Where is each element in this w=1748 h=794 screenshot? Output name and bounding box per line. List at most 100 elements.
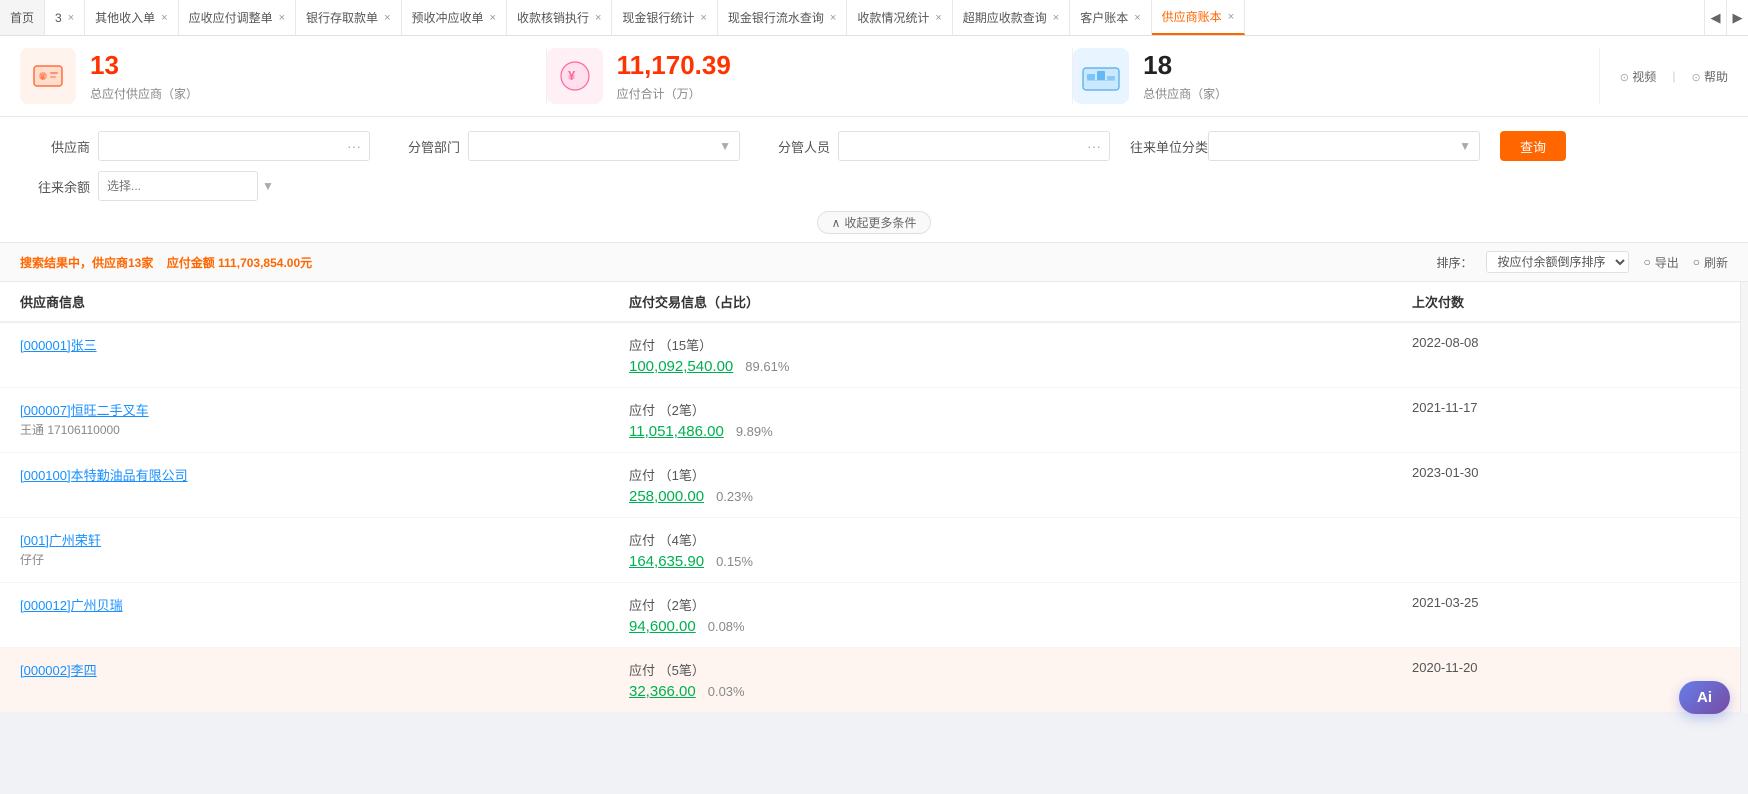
collapse-button[interactable]: ∧ 收起更多条件 [817,211,932,234]
supplier-info-cell: [000007]恒旺二手叉车王通 17106110000 [0,388,609,453]
supplier-link[interactable]: [000007]恒旺二手叉车 [20,403,149,418]
nav-tab-cash-stats[interactable]: 现金银行统计 × [612,0,717,35]
nav-tab-cash-stats-label: 现金银行统计 [622,9,694,26]
nav-tab-3[interactable]: 3 × [45,0,85,35]
close-icon-customer-ledger[interactable]: × [1134,12,1140,24]
nav-tab-collection[interactable]: 收款核销执行 × [507,0,612,35]
supplier-link[interactable]: [000012]广州贝瑞 [20,598,123,613]
close-icon-collection[interactable]: × [595,12,601,24]
summary-info-total-suppliers: 18 总供应商（家） [1143,50,1227,102]
payable-amount-link[interactable]: 32,366.00 [629,683,696,700]
person-filter-label: 分管人员 [760,137,830,156]
refresh-label: 刷新 [1704,254,1728,271]
ai-button[interactable]: Ai [1679,681,1730,714]
nav-tab-cash-flow-label: 现金银行流水查询 [728,9,824,26]
payable-info-cell: 应付 （2笔）94,600.000.08% [609,583,1392,648]
nav-tab-customer-ledger[interactable]: 客户账本 × [1070,0,1151,35]
result-text-prefix: 搜索结果中，供应商13家 [20,256,153,270]
filter-supplier: 供应商 ··· [20,131,370,161]
payable-total-label: 应付合计（万） [617,85,731,102]
nav-tab-supplier-ledger[interactable]: 供应商账本 × [1152,0,1245,35]
nav-tab-prepay-label: 预收冲应收单 [412,9,484,26]
close-icon-other-income[interactable]: × [161,12,167,24]
payable-amount-row: 100,092,540.0089.61% [629,358,1372,375]
filter-row-2: 往来余额 ▼ [20,171,1728,201]
summary-card-total-suppliers: 18 总供应商（家） [1073,48,1600,104]
table-container: 供应商信息 应付交易信息（占比） 上次付数 [000001]张三应付 （15笔）… [0,282,1748,713]
person-dots-icon[interactable]: ··· [1087,138,1101,154]
category-filter-label: 往来单位分类 [1130,137,1200,156]
payable-amount-link[interactable]: 258,000.00 [629,488,704,505]
supplier-link[interactable]: [001]广州荣轩 [20,533,101,548]
nav-tab-other-income-label: 其他收入单 [95,9,155,26]
person-input-wrapper[interactable]: ··· [838,131,1110,161]
query-button[interactable]: 查询 [1500,131,1566,161]
close-icon-3[interactable]: × [68,12,74,24]
nav-tab-collection-stats-label: 收款情况统计 [857,9,929,26]
table-header: 供应商信息 应付交易信息（占比） 上次付数 [0,282,1740,322]
nav-tab-overdue-label: 超期应收款查询 [963,9,1047,26]
dept-chevron-icon[interactable]: ▼ [719,139,731,153]
supplier-link[interactable]: [000001]张三 [20,338,97,353]
last-payment-cell: 2021-03-25 [1392,583,1740,648]
top-navigation: 首页 3 × 其他收入单 × 应收应付调整单 × 银行存取款单 × 预收冲应收单… [0,0,1748,36]
nav-tab-cash-flow[interactable]: 现金银行流水查询 × [718,0,847,35]
payable-percent: 0.23% [716,489,753,504]
payable-percent: 0.03% [708,684,745,699]
payable-amount-row: 32,366.00 0.03% [629,683,1372,700]
help-link[interactable]: ⊙ 帮助 [1691,68,1728,85]
payable-amount-link[interactable]: 94,600.00 [629,618,696,635]
close-icon-cash-stats[interactable]: × [700,12,706,24]
supplier-dots-icon[interactable]: ··· [347,138,361,154]
payable-amount-link[interactable]: 100,092,540.00 [629,358,733,375]
supplier-input-wrapper[interactable]: ··· [98,131,370,161]
person-input[interactable] [847,139,1087,153]
nav-tab-collection-stats[interactable]: 收款情况统计 × [847,0,952,35]
close-icon-prepay[interactable]: × [490,12,496,24]
nav-tab-customer-ledger-label: 客户账本 [1080,9,1128,26]
close-icon-supplier-ledger[interactable]: × [1228,11,1234,23]
supplier-link[interactable]: [000100]本特勤油品有限公司 [20,468,188,483]
category-input[interactable] [1217,139,1459,153]
nav-next-button[interactable]: ▶ [1726,0,1748,36]
payable-amount-link[interactable]: 164,635.90 [629,553,704,570]
supplier-input[interactable] [107,139,347,153]
supplier-info-cell: [000100]本特勤油品有限公司 [0,453,609,518]
close-icon-overdue[interactable]: × [1053,12,1059,24]
summary-bar: ¥ 13 总应付供应商（家） ¥ 11,170.39 应付合计（万） [0,36,1748,117]
filter-area: 供应商 ··· 分管部门 ▼ 分管人员 ··· 往来单位分类 ▼ [0,117,1748,243]
category-chevron-icon[interactable]: ▼ [1459,139,1471,153]
payable-amount-row: 258,000.00 0.23% [629,488,1372,505]
table-row: [000100]本特勤油品有限公司应付 （1笔）258,000.000.23%2… [0,453,1740,518]
payable-amount-link[interactable]: 11,051,486.00 [629,423,724,440]
dept-input[interactable] [477,139,719,153]
nav-tab-other-income[interactable]: 其他收入单 × [85,0,178,35]
payable-label: 应付 （2笔） [629,400,1372,419]
balance-input[interactable] [107,179,262,193]
collapse-label: 收起更多条件 [844,214,916,231]
refresh-button[interactable]: ○ 刷新 [1693,254,1728,271]
nav-tab-overdue[interactable]: 超期应收款查询 × [953,0,1070,35]
balance-chevron-icon[interactable]: ▼ [262,179,274,193]
nav-arrows: ◀ ▶ [1704,0,1748,36]
video-link[interactable]: ⊙ 视频 [1620,68,1657,85]
nav-tab-home[interactable]: 首页 [0,0,45,35]
nav-tab-bank-deposit[interactable]: 银行存取款单 × [296,0,401,35]
supplier-link[interactable]: [000002]李四 [20,663,97,678]
right-scrollbar[interactable] [1740,282,1748,713]
close-icon-collection-stats[interactable]: × [935,12,941,24]
nav-prev-button[interactable]: ◀ [1704,0,1726,36]
nav-tab-adjustment[interactable]: 应收应付调整单 × [179,0,296,35]
table-row: [000007]恒旺二手叉车王通 17106110000 应付 （2笔） 11,05… [0,388,1740,453]
balance-input-wrapper[interactable]: ▼ [98,171,258,201]
nav-tab-prepay[interactable]: 预收冲应收单 × [402,0,507,35]
total-suppliers-icon [1073,48,1129,104]
close-icon-adjustment[interactable]: × [279,12,285,24]
close-icon-cash-flow[interactable]: × [830,12,836,24]
category-input-wrapper[interactable]: ▼ [1208,131,1480,161]
sort-select[interactable]: 按应付余额倒序排序 [1486,251,1629,273]
table-row: [000001]张三应付 （15笔）100,092,540.0089.61%20… [0,322,1740,388]
export-button[interactable]: ○ 导出 [1643,254,1678,271]
dept-input-wrapper[interactable]: ▼ [468,131,740,161]
close-icon-bank-deposit[interactable]: × [384,12,390,24]
